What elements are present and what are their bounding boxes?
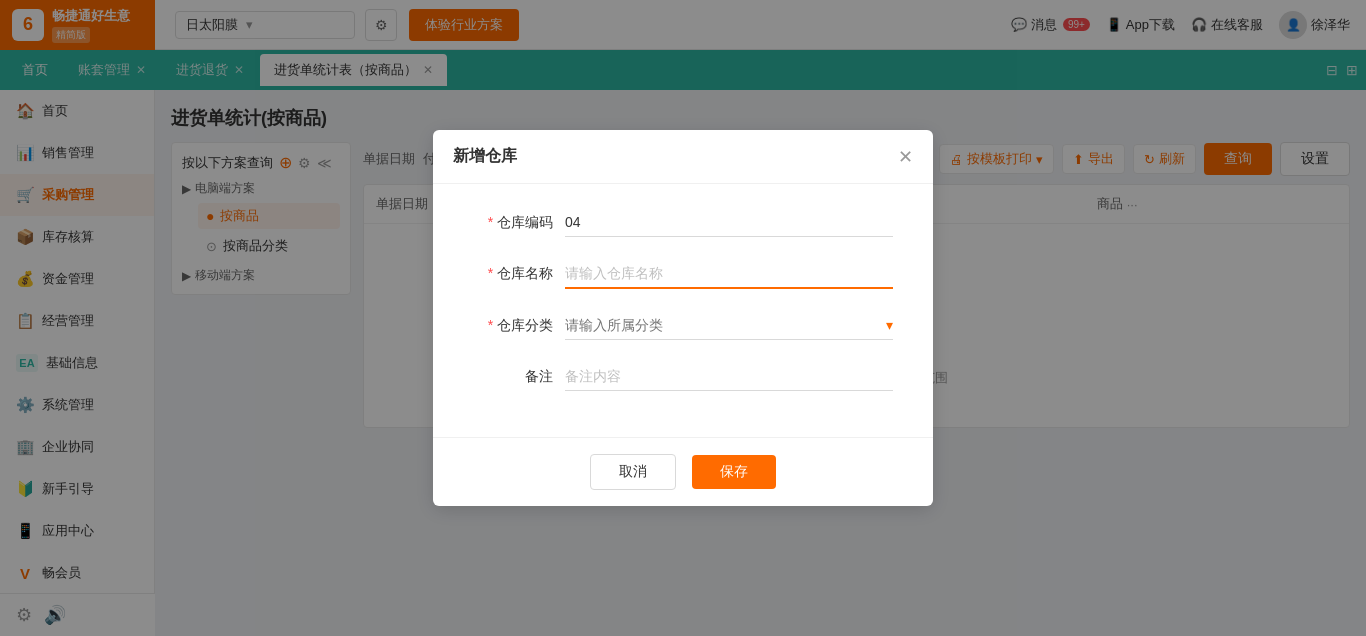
modal-header: 新增仓库 ✕	[433, 130, 933, 184]
required-star-code: *	[488, 214, 493, 230]
modal-body: * 仓库编码 * 仓库名称 * 仓库分类	[433, 184, 933, 437]
modal-title: 新增仓库	[453, 146, 517, 167]
form-row-code: * 仓库编码	[473, 208, 893, 237]
form-label-remark: 备注	[473, 368, 553, 386]
form-row-category: * 仓库分类 ▾	[473, 311, 893, 340]
category-select-wrapper[interactable]: ▾	[565, 311, 893, 340]
modal-close-button[interactable]: ✕	[898, 148, 913, 166]
required-star-name: *	[488, 265, 493, 281]
form-row-name: * 仓库名称	[473, 259, 893, 289]
modal-overlay[interactable]: 新增仓库 ✕ * 仓库编码 * 仓库名称	[0, 0, 1366, 636]
cancel-button[interactable]: 取消	[590, 454, 676, 490]
category-dropdown-icon: ▾	[886, 317, 893, 333]
form-label-category: * 仓库分类	[473, 317, 553, 335]
warehouse-remark-input[interactable]	[565, 362, 893, 391]
warehouse-name-input[interactable]	[565, 259, 893, 289]
modal-footer: 取消 保存	[433, 437, 933, 506]
form-row-remark: 备注	[473, 362, 893, 391]
save-button[interactable]: 保存	[692, 455, 776, 489]
required-star-category: *	[488, 317, 493, 333]
new-warehouse-modal: 新增仓库 ✕ * 仓库编码 * 仓库名称	[433, 130, 933, 506]
form-label-name: * 仓库名称	[473, 265, 553, 283]
warehouse-code-input[interactable]	[565, 208, 893, 237]
warehouse-category-input[interactable]	[565, 317, 886, 333]
form-label-code: * 仓库编码	[473, 214, 553, 232]
